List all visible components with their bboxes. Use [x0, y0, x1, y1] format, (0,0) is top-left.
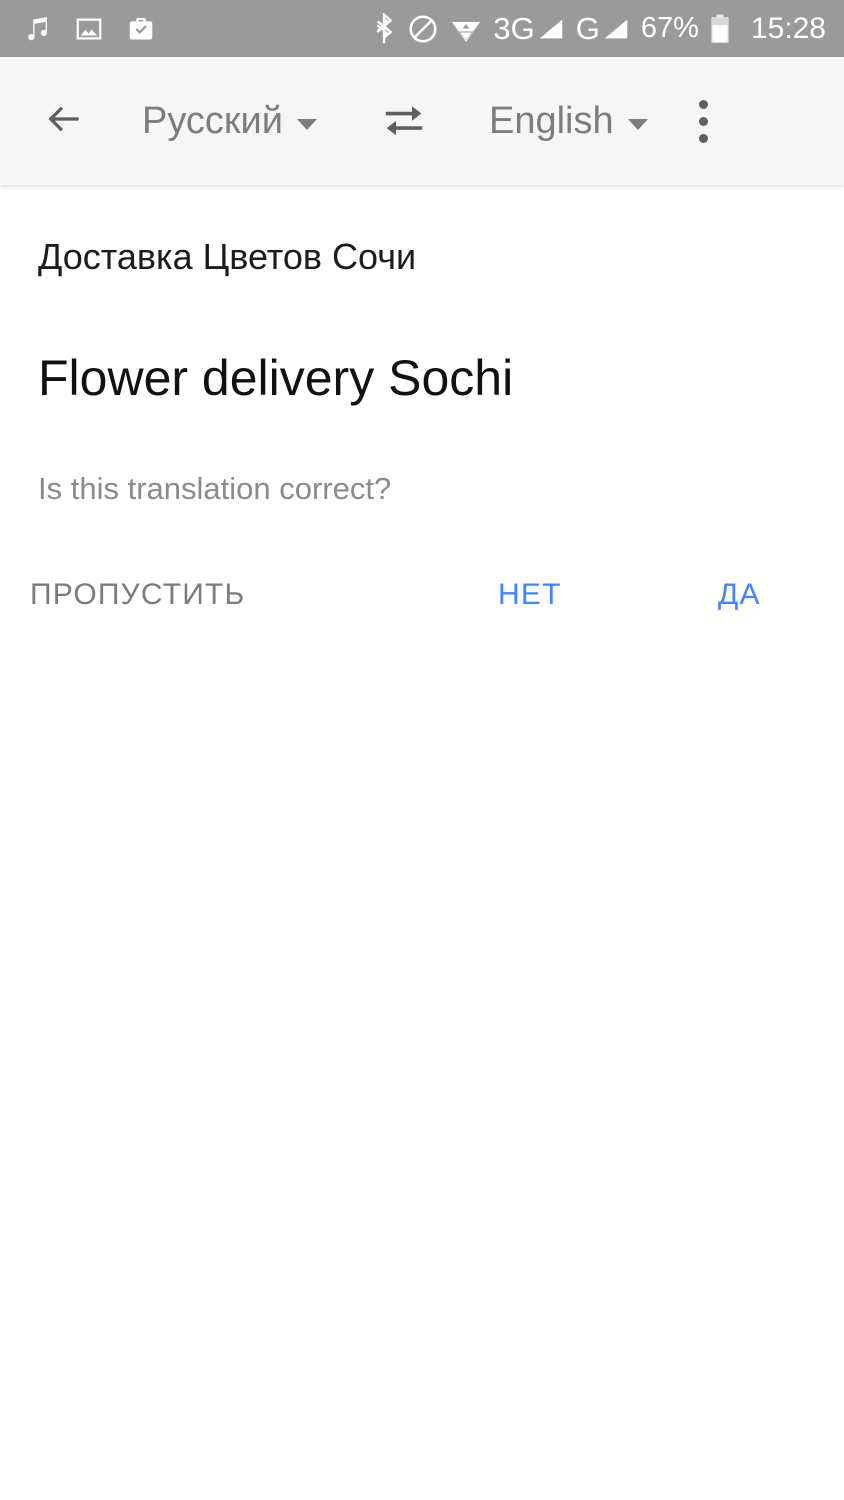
translation-content: Доставка Цветов Сочи Flower delivery Soc…	[0, 185, 844, 1500]
feedback-question: Is this translation correct?	[38, 471, 392, 507]
status-bar: 3G G 67% 15:28	[0, 0, 844, 57]
swap-languages-icon	[380, 99, 428, 144]
network-g-label: G	[575, 11, 600, 46]
back-button[interactable]	[34, 91, 94, 151]
target-language-selector[interactable]: English	[483, 92, 654, 150]
more-vertical-icon-dot-3	[699, 133, 709, 143]
bluetooth-icon	[371, 11, 397, 45]
feedback-actions: ПРОПУСТИТЬ НЕТ ДА	[30, 567, 806, 623]
target-language-label: English	[489, 100, 614, 142]
network-3g-indicator: 3G	[493, 13, 565, 44]
back-arrow-icon	[42, 97, 86, 146]
clock-label: 15:28	[750, 11, 826, 45]
signal-bars-icon-2	[601, 14, 631, 44]
status-bar-system-icons: 3G G 67% 15:28	[371, 11, 826, 45]
battery-icon	[709, 13, 731, 45]
source-language-selector[interactable]: Русский	[136, 92, 323, 150]
swap-languages-button[interactable]	[369, 91, 439, 151]
network-3g-label: 3G	[493, 11, 535, 46]
app-screen: 3G G 67% 15:28 Русский English Доставка …	[0, 0, 844, 1500]
more-vertical-icon-dot-2	[699, 116, 709, 126]
image-icon	[74, 14, 104, 44]
signal-bars-icon-1	[536, 14, 566, 44]
app-toolbar: Русский English	[0, 57, 844, 185]
translated-text: Flower delivery Sochi	[38, 350, 514, 407]
source-language-label: Русский	[142, 100, 283, 142]
overflow-menu-button[interactable]	[676, 89, 732, 153]
no-button[interactable]: НЕТ	[498, 580, 562, 610]
chevron-down-icon	[627, 118, 648, 130]
wifi-icon	[449, 14, 483, 44]
status-bar-notification-icons	[22, 14, 156, 44]
more-vertical-icon	[699, 99, 709, 109]
chevron-down-icon	[297, 118, 317, 130]
do-not-disturb-icon	[407, 13, 439, 45]
network-g-indicator: G	[576, 13, 631, 44]
source-text: Доставка Цветов Сочи	[38, 236, 417, 277]
skip-button[interactable]: ПРОПУСТИТЬ	[30, 580, 245, 610]
battery-percent-label: 67%	[640, 12, 699, 44]
music-note-icon	[22, 14, 52, 44]
yes-button[interactable]: ДА	[718, 580, 761, 610]
briefcase-check-icon	[126, 14, 156, 44]
